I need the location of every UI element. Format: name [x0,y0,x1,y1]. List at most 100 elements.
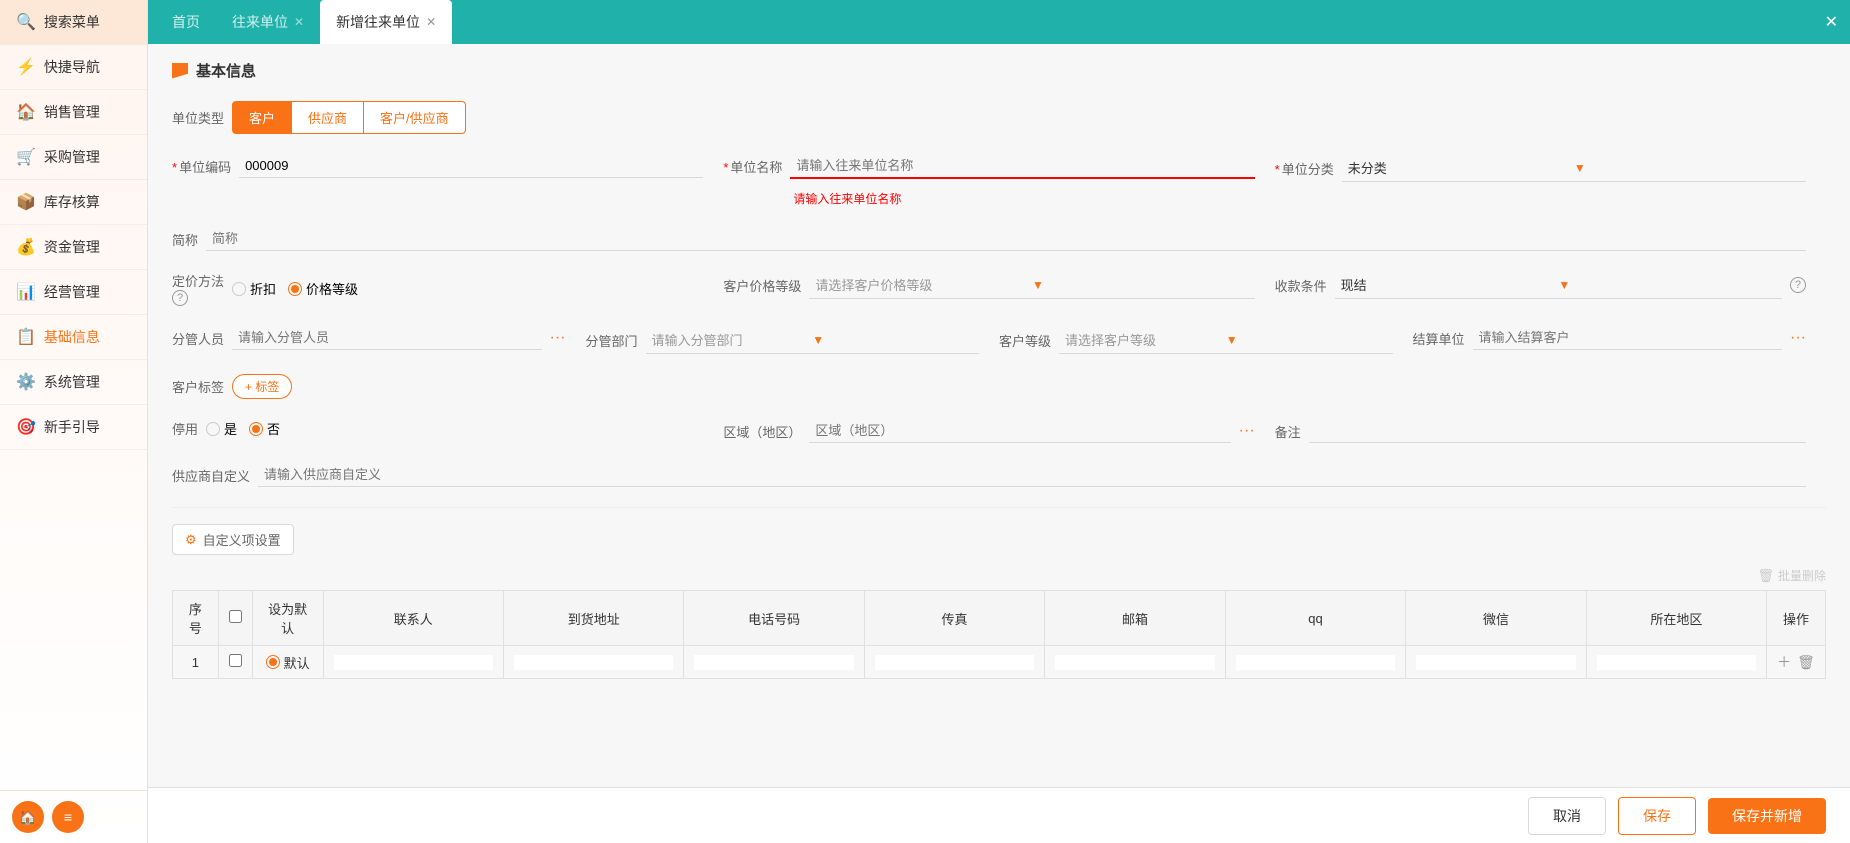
sidebar-item-guide[interactable]: 🎯 新手引导 [0,405,147,450]
payment-info-icon[interactable]: ? [1790,277,1806,293]
wechat-input[interactable] [1416,655,1575,670]
manager-input[interactable] [232,326,542,350]
type-btn-supplier[interactable]: 供应商 [292,101,364,134]
contact-input[interactable] [334,655,493,670]
unit-category-label: *单位分类 [1275,159,1334,178]
default-radio[interactable]: 默认 [263,653,313,672]
region-more-btn[interactable]: ··· [1239,422,1255,440]
sidebar-menu-btn[interactable]: ≡ [52,801,84,833]
unit-name-input[interactable] [790,154,1254,179]
unit-name-wrap [790,154,1254,179]
region-cell [1586,646,1766,679]
settlement-input[interactable] [1473,326,1783,350]
sidebar-item-quicknav[interactable]: ⚡ 快捷导航 [0,45,147,90]
sidebar-item-purchase[interactable]: 🛒 采购管理 [0,135,147,180]
th-phone: 电话号码 [684,591,864,646]
abbr-input[interactable] [206,227,1806,251]
unit-category-select[interactable]: 未分类 ▼ [1342,154,1806,182]
th-qq: qq [1225,591,1406,646]
tab-new-partner[interactable]: 新增往来单位 ✕ [320,0,452,44]
customer-level-select[interactable]: 请选择客户等级 ▼ [1059,326,1392,354]
supplier-custom-input[interactable] [258,463,1806,487]
tab-partners[interactable]: 往来单位 ✕ [216,0,320,44]
checkbox-cell [218,646,252,679]
select-all-checkbox[interactable] [229,610,242,623]
dept-select[interactable]: 请输入分管部门 ▼ [646,326,979,354]
dept-label: 分管部门 [586,331,638,350]
sidebar-item-sales[interactable]: 🏠 销售管理 [0,90,147,135]
remark-input[interactable] [1309,419,1806,443]
sidebar-item-operations[interactable]: 📊 经营管理 [0,270,147,315]
th-fax: 传真 [864,591,1044,646]
batch-delete-label[interactable]: 批量删除 [1778,567,1826,584]
settlement-more-btn[interactable]: ··· [1790,329,1806,347]
form-divider [172,507,1826,508]
custom-settings-button[interactable]: ⚙ 自定义项设置 [172,524,294,555]
phone-input[interactable] [694,655,853,670]
save-add-button[interactable]: 保存并新增 [1708,798,1826,834]
sidebar-item-system[interactable]: ⚙️ 系统管理 [0,360,147,405]
email-input[interactable] [1055,655,1214,670]
save-button[interactable]: 保存 [1618,797,1696,835]
fax-input[interactable] [875,655,1034,670]
sidebar-item-finance[interactable]: 💰 资金管理 [0,225,147,270]
disabled-no-radio[interactable]: 否 [249,419,280,438]
pricing-info-icon[interactable]: ? [172,290,188,306]
sidebar-item-basic[interactable]: 📋 基础信息 [0,315,147,360]
no-radio-dot [252,425,260,433]
add-tag-button[interactable]: + 标签 [232,374,292,399]
sidebar-item-search[interactable]: 🔍 搜索菜单 [0,0,147,45]
action-icons: ＋ 🗑 [1777,652,1815,672]
tab-new-partner-close[interactable]: ✕ [426,15,436,29]
type-btn-both[interactable]: 客户/供应商 [364,101,466,134]
type-btn-customer[interactable]: 客户 [232,101,292,134]
region-cell-input[interactable] [1597,655,1756,670]
action-cell: ＋ 🗑 [1767,646,1826,679]
disabled-region-row: 停用 是 否 区域（地区） ··· [172,419,1826,443]
qq-cell [1225,646,1406,679]
sidebar-item-inventory[interactable]: 📦 库存核算 [0,180,147,225]
region-field: 区域（地区） ··· [723,419,1274,443]
gear-icon: ⚙ [185,532,197,548]
supplier-custom-label: 供应商自定义 [172,466,250,485]
pricing-level-radio[interactable]: 价格等级 [288,279,358,298]
batch-delete-icon: 🗑 [1757,568,1774,584]
system-icon: ⚙️ [16,372,36,392]
inventory-icon: 📦 [16,192,36,212]
sidebar-home-btn[interactable]: 🏠 [12,801,44,833]
region-input[interactable] [809,419,1230,443]
tab-home[interactable]: 首页 [156,0,216,44]
delete-row-icon[interactable]: 🗑 [1797,654,1815,671]
pricing-radio-group: 折扣 价格等级 [232,279,358,298]
default-cell: 默认 [252,646,323,679]
default-radio-circle [266,655,280,669]
email-cell [1045,646,1225,679]
bottom-bar: 取消 保存 保存并新增 [148,787,1850,843]
tab-bar: 首页 往来单位 ✕ 新增往来单位 ✕ ✕ [148,0,1850,44]
cancel-button[interactable]: 取消 [1528,797,1606,835]
quicknav-icon: ⚡ [16,57,36,77]
window-close-button[interactable]: ✕ [1825,12,1838,32]
customer-price-field: 客户价格等级 请选择客户价格等级 ▼ [723,271,1274,299]
qq-input[interactable] [1236,655,1396,670]
settlement-label: 结算单位 [1413,329,1465,348]
unit-code-input[interactable] [239,154,703,178]
tab-partners-close[interactable]: ✕ [294,15,304,29]
pricing-field: 定价方法 ? 折扣 价格等级 [172,271,723,306]
tag-label: 客户标签 [172,377,224,396]
payment-label: 收款条件 [1275,276,1327,295]
manager-label: 分管人员 [172,329,224,348]
payment-arrow-icon: ▼ [1558,278,1776,292]
pricing-discount-radio[interactable]: 折扣 [232,279,276,298]
th-email: 邮箱 [1045,591,1225,646]
payment-select[interactable]: 现结 ▼ [1335,271,1782,299]
table-header-row: 序号 设为默认 联系人 到货地址 电话号码 传真 邮箱 qq 微信 所在地区 操… [173,591,1826,646]
disabled-yes-radio[interactable]: 是 [206,419,237,438]
disabled-label: 停用 [172,419,198,438]
region-label: 区域（地区） [723,422,801,441]
add-row-icon[interactable]: ＋ [1777,652,1791,672]
address-input[interactable] [514,655,673,670]
customer-price-select[interactable]: 请选择客户价格等级 ▼ [809,271,1254,299]
manager-more-btn[interactable]: ··· [550,329,566,347]
row-checkbox[interactable] [229,654,242,667]
